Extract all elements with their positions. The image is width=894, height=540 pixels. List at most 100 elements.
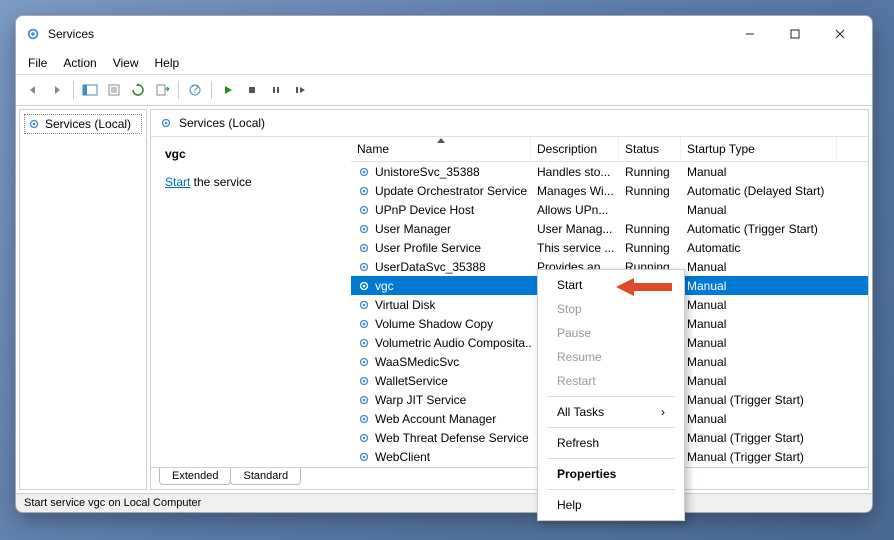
cell-name: WebClient	[375, 450, 430, 464]
tree-root[interactable]: Services (Local)	[24, 114, 142, 134]
cell-name: UnistoreSvc_35388	[375, 165, 480, 179]
info-text: the service	[190, 175, 251, 189]
column-headers[interactable]: Name Description Status Startup Type	[351, 137, 868, 162]
forward-button[interactable]	[46, 79, 68, 101]
gear-icon	[357, 336, 371, 350]
gear-icon	[357, 298, 371, 312]
menubar: File Action View Help	[16, 52, 872, 74]
ctx-properties[interactable]: Properties	[541, 462, 681, 486]
restart-service-button[interactable]	[289, 79, 311, 101]
gear-icon	[357, 260, 371, 274]
cell-startup: Manual	[681, 298, 837, 312]
tree-pane[interactable]: Services (Local)	[19, 109, 147, 490]
help-button[interactable]: ?	[184, 79, 206, 101]
ctx-restart: Restart	[541, 369, 681, 393]
cell-name: User Manager	[375, 222, 451, 236]
cell-startup: Manual	[681, 279, 837, 293]
gear-icon	[357, 431, 371, 445]
ctx-all-tasks[interactable]: All Tasks›	[541, 400, 681, 424]
service-row[interactable]: User ManagerUser Manag...RunningAutomati…	[351, 219, 868, 238]
service-row[interactable]: UnistoreSvc_35388Handles sto...RunningMa…	[351, 162, 868, 181]
tree-root-label: Services (Local)	[45, 117, 131, 131]
cell-startup: Manual	[681, 317, 837, 331]
close-button[interactable]	[817, 19, 862, 49]
cell-name: vgc	[375, 279, 394, 293]
ctx-refresh[interactable]: Refresh	[541, 431, 681, 455]
context-menu: Start Stop Pause Resume Restart All Task…	[537, 269, 685, 513]
service-row[interactable]: UPnP Device HostAllows UPn...Manual	[351, 200, 868, 219]
gear-icon	[357, 279, 371, 293]
gear-icon	[357, 412, 371, 426]
cell-name: User Profile Service	[375, 241, 481, 255]
gear-icon	[27, 117, 41, 131]
gear-icon	[357, 355, 371, 369]
service-row[interactable]: User Profile ServiceThis service ...Runn…	[351, 238, 868, 257]
pause-service-button[interactable]	[265, 79, 287, 101]
export-button[interactable]	[151, 79, 173, 101]
minimize-button[interactable]	[727, 19, 772, 49]
properties-button[interactable]	[103, 79, 125, 101]
gear-icon	[357, 393, 371, 407]
gear-icon	[357, 374, 371, 388]
show-hide-tree-button[interactable]	[79, 79, 101, 101]
ctx-help[interactable]: Help	[541, 493, 681, 513]
cell-startup: Automatic	[681, 241, 837, 255]
titlebar[interactable]: Services	[16, 16, 872, 52]
gear-icon	[357, 241, 371, 255]
col-name[interactable]: Name	[351, 137, 531, 161]
cell-name: Web Account Manager	[375, 412, 496, 426]
cell-startup: Manual (Trigger Start)	[681, 393, 837, 407]
cell-desc: User Manag...	[531, 222, 619, 236]
service-row[interactable]: Update Orchestrator ServiceManages Wi...…	[351, 181, 868, 200]
ctx-start[interactable]: Start	[541, 273, 681, 297]
gear-icon	[159, 116, 173, 130]
start-service-link[interactable]: Start	[165, 175, 190, 189]
detail-header-label: Services (Local)	[179, 116, 265, 130]
cell-startup: Manual	[681, 355, 837, 369]
cell-status: Running	[619, 184, 681, 198]
cell-desc: Allows UPn...	[531, 203, 619, 217]
window-title: Services	[48, 27, 94, 41]
cell-name: WaaSMedicSvc	[375, 355, 459, 369]
cell-name: Volumetric Audio Composita...	[375, 336, 531, 350]
cell-desc: This service ...	[531, 241, 619, 255]
cell-name: WalletService	[375, 374, 448, 388]
cell-name: UserDataSvc_35388	[375, 260, 486, 274]
app-icon	[26, 27, 40, 41]
cell-startup: Manual (Trigger Start)	[681, 450, 837, 464]
menu-file[interactable]: File	[28, 56, 47, 70]
cell-desc: Manages Wi...	[531, 184, 619, 198]
gear-icon	[357, 450, 371, 464]
start-service-button[interactable]	[217, 79, 239, 101]
cell-status: Running	[619, 222, 681, 236]
menu-help[interactable]: Help	[155, 56, 180, 70]
maximize-button[interactable]	[772, 19, 817, 49]
col-status[interactable]: Status	[619, 137, 681, 161]
refresh-button[interactable]	[127, 79, 149, 101]
cell-name: Warp JIT Service	[375, 393, 466, 407]
services-window: Services File Action View Help ?	[15, 15, 873, 513]
ctx-pause: Pause	[541, 321, 681, 345]
body: Services (Local) Services (Local) vgc St…	[16, 106, 872, 493]
gear-icon	[357, 165, 371, 179]
back-button[interactable]	[22, 79, 44, 101]
gear-icon	[357, 317, 371, 331]
gear-icon	[357, 222, 371, 236]
tab-extended[interactable]: Extended	[159, 468, 231, 485]
cell-startup: Manual	[681, 260, 837, 274]
sort-indicator-icon	[437, 138, 445, 143]
statusbar: Start service vgc on Local Computer	[16, 493, 872, 512]
col-desc[interactable]: Description	[531, 137, 619, 161]
cell-startup: Manual	[681, 336, 837, 350]
cell-name: Virtual Disk	[375, 298, 435, 312]
cell-name: Web Threat Defense Service	[375, 431, 529, 445]
cell-startup: Manual (Trigger Start)	[681, 431, 837, 445]
menu-view[interactable]: View	[113, 56, 139, 70]
ctx-resume: Resume	[541, 345, 681, 369]
cell-startup: Manual	[681, 374, 837, 388]
stop-service-button[interactable]	[241, 79, 263, 101]
tab-standard[interactable]: Standard	[230, 468, 301, 485]
ctx-stop: Stop	[541, 297, 681, 321]
col-startup[interactable]: Startup Type	[681, 137, 837, 161]
menu-action[interactable]: Action	[63, 56, 96, 70]
